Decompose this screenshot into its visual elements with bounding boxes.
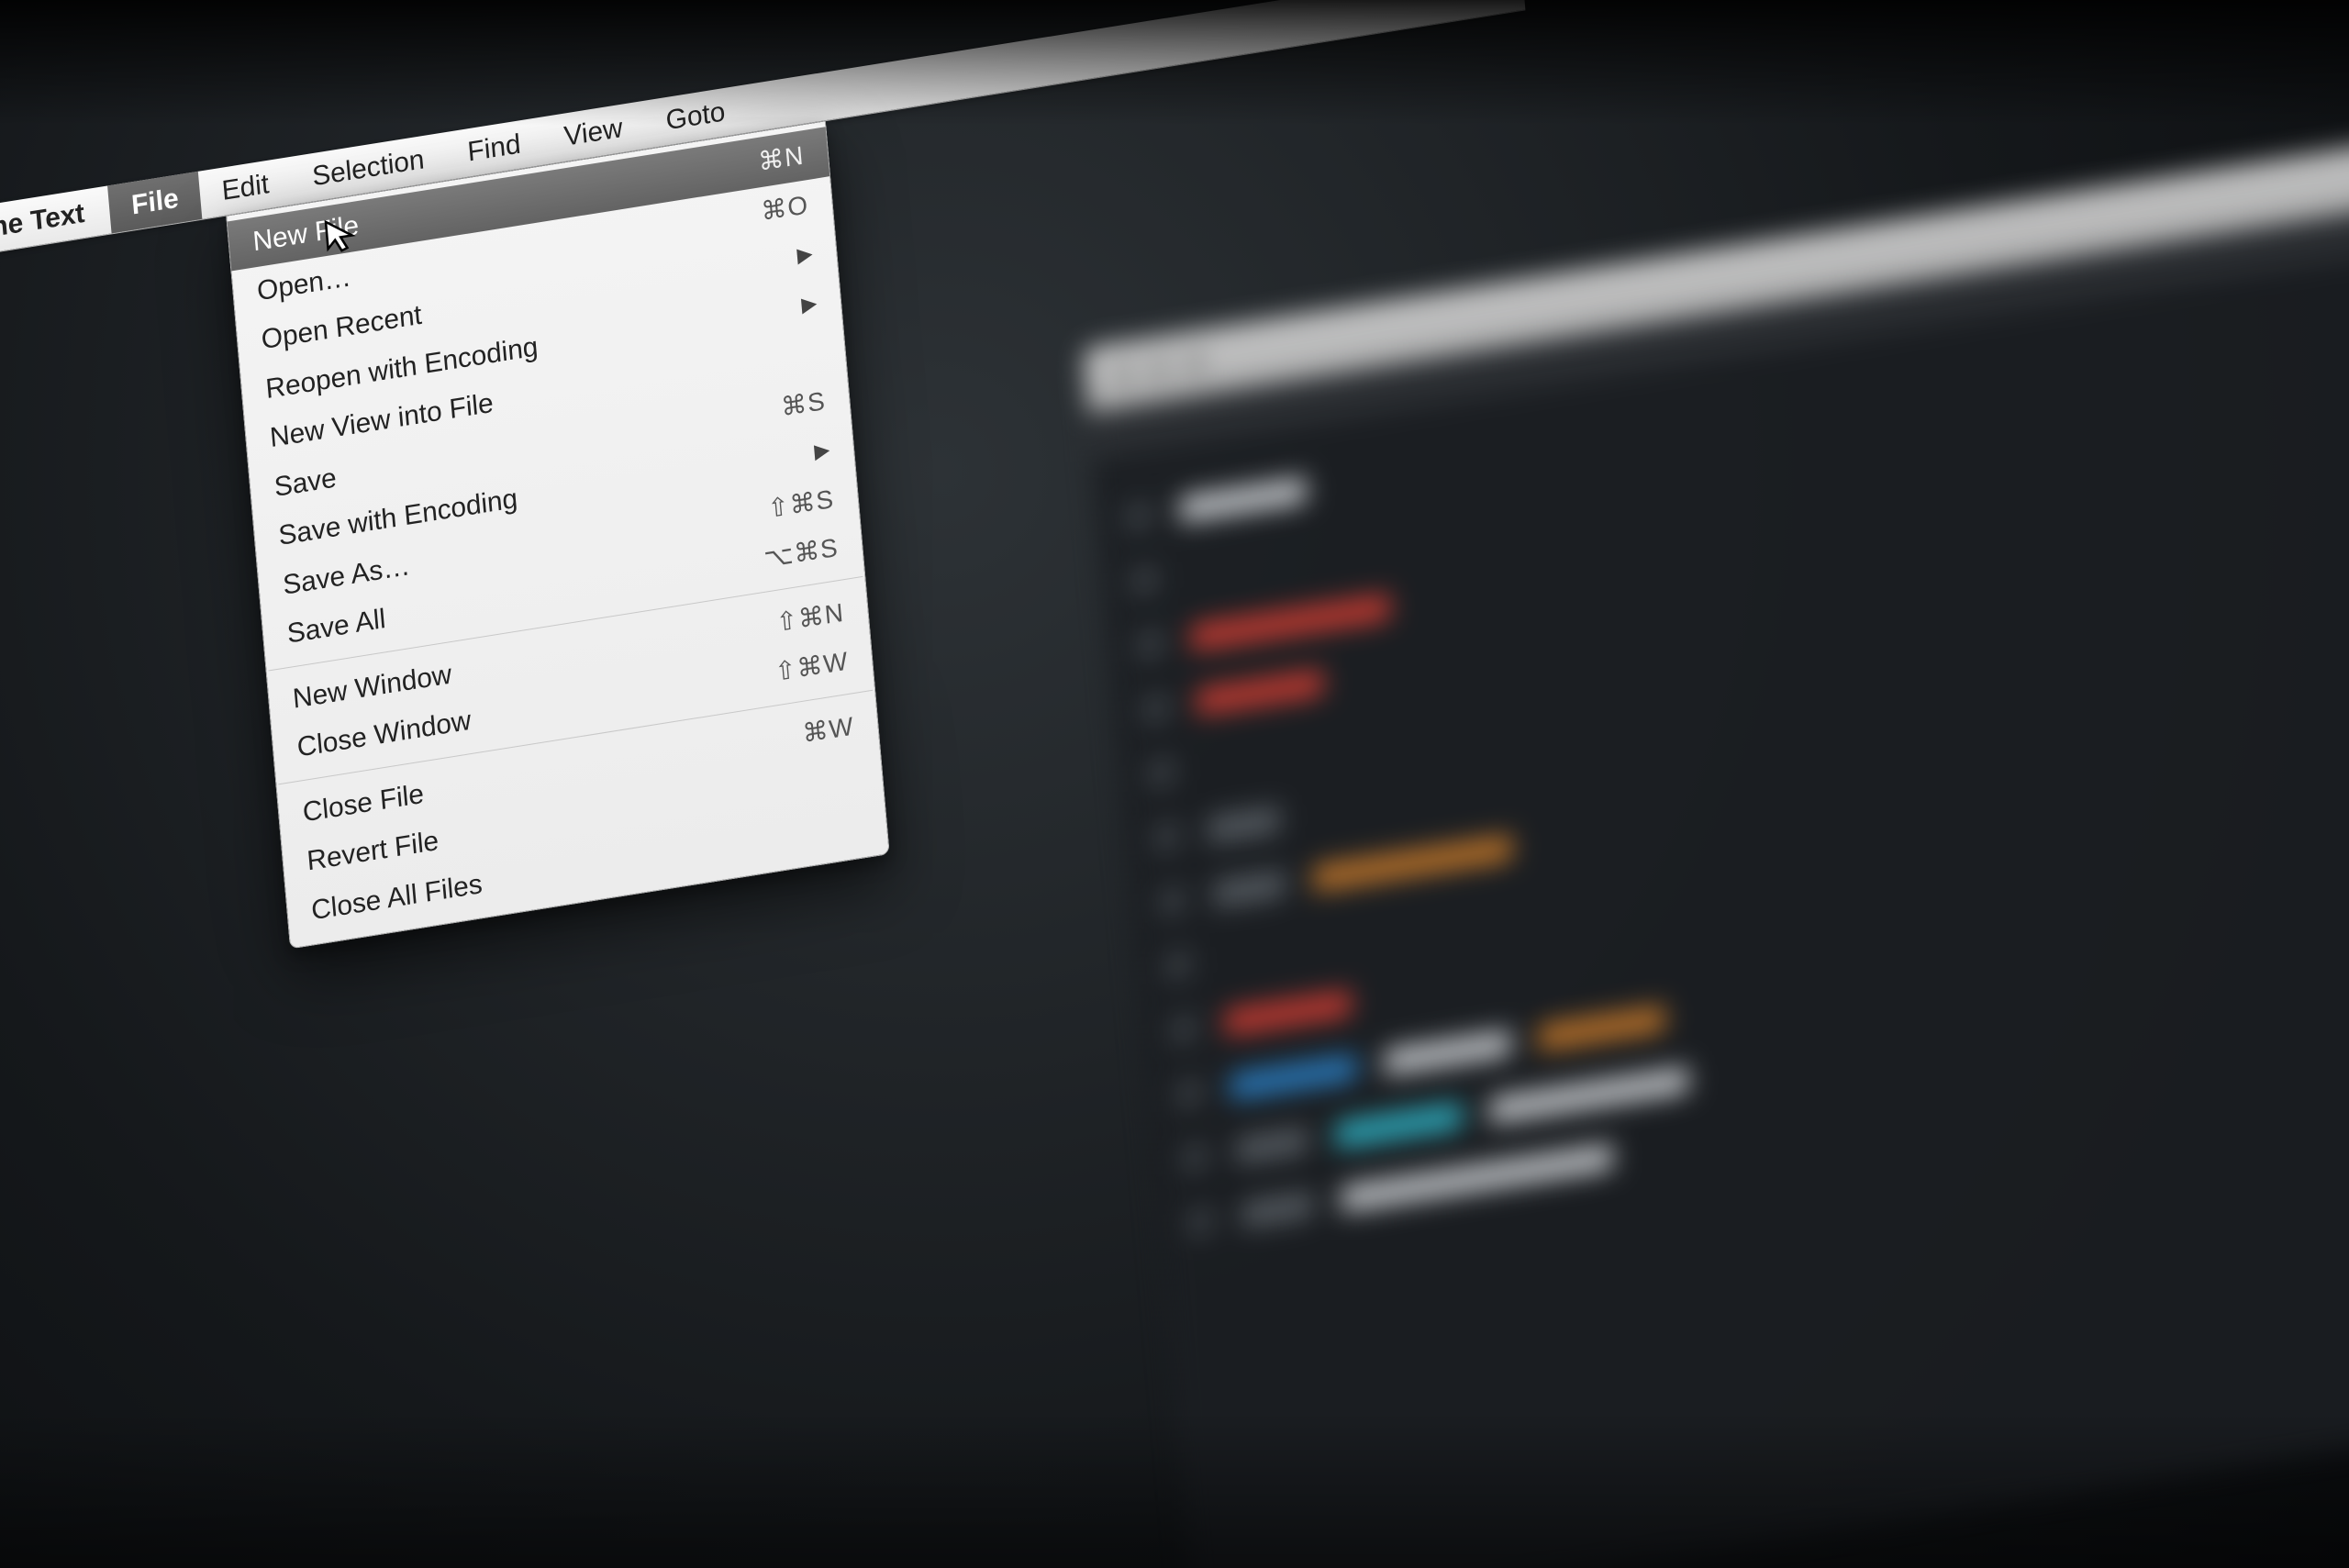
menu-item-label: Save: [273, 461, 338, 505]
menu-item-shortcut: ⌘W: [801, 709, 855, 750]
menu-item-shortcut: ⌥⌘S: [763, 531, 840, 575]
menu-item-shortcut: ⌘S: [780, 384, 827, 424]
menu-item-shortcut: ⌘N: [757, 139, 806, 179]
menu-item-shortcut: ⇧⌘N: [774, 595, 845, 639]
submenu-arrow-icon: ▶: [813, 437, 830, 464]
file-menu-dropdown: New File ⌘N Open… ⌘O Open Recent ▶ Reope…: [226, 121, 890, 949]
submenu-arrow-icon: ▶: [796, 240, 814, 268]
menubar-item-file[interactable]: File: [108, 172, 203, 234]
desktop-background: Sublime Text File Edit Selection Find Vi…: [0, 0, 2349, 1568]
menu-item-label: Save All: [285, 602, 386, 651]
menu-item-shortcut: ⇧⌘S: [766, 483, 835, 525]
menubar-app-title[interactable]: Sublime Text: [0, 185, 112, 268]
submenu-arrow-icon: ▶: [800, 290, 818, 317]
menu-item-label: Open…: [256, 260, 352, 309]
menu-item-shortcut: ⇧⌘W: [774, 645, 850, 689]
menu-item-shortcut: ⌘O: [760, 188, 809, 228]
